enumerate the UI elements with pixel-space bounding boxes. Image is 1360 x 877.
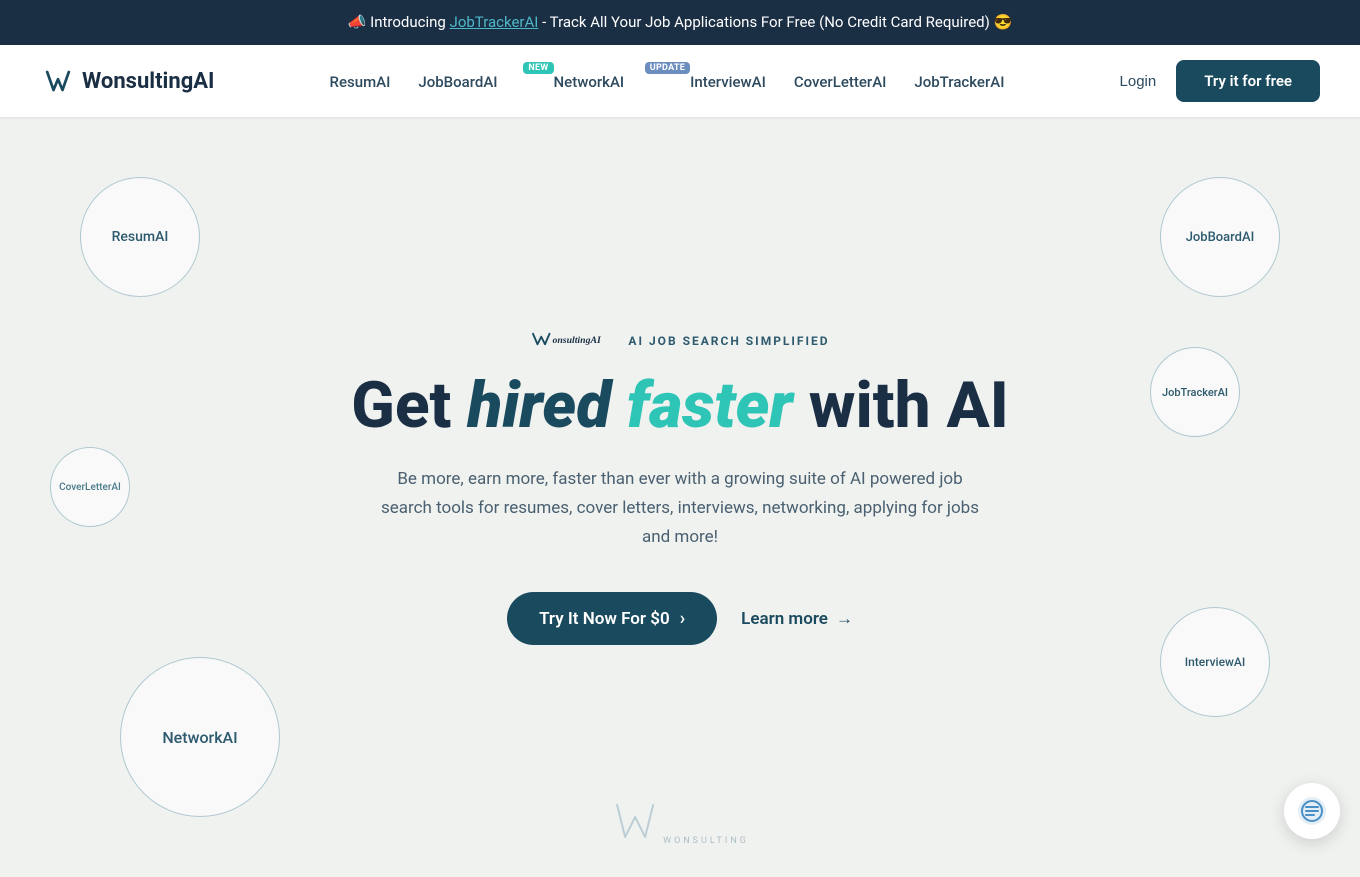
circle-networkai[interactable]: NetworkAI	[120, 657, 280, 817]
nav-link-networkai[interactable]: NetworkAI	[554, 73, 625, 91]
hero-title-with-ai: with AI	[809, 368, 1009, 443]
nav-links: ResumAI JobBoardAI NEW NetworkAI UPDATE …	[330, 72, 1005, 91]
circle-coverletterai[interactable]: CoverLetterAI	[50, 447, 130, 527]
badge-new: NEW	[523, 62, 553, 74]
announcement-banner: 📣 Introducing JobTrackerAI - Track All Y…	[0, 0, 1360, 45]
logo[interactable]: WonsultingAI	[40, 63, 215, 99]
learn-more-label: Learn more	[741, 609, 828, 629]
nav-item-coverletterai[interactable]: CoverLetterAI	[794, 72, 887, 91]
nav-item-jobtrackerai[interactable]: JobTrackerAI	[914, 72, 1004, 91]
hero-brand-tag: AI JOB SEARCH SIMPLIFIED	[628, 334, 829, 348]
bottom-watermark: WONSULTING	[611, 799, 749, 847]
circle-coverletterai-label: CoverLetterAI	[59, 482, 121, 493]
announcement-suffix: - Track All Your Job Applications For Fr…	[538, 13, 1012, 31]
learn-more-arrow-icon: →	[836, 609, 853, 629]
nav-link-jobboardai[interactable]: JobBoardAI	[418, 73, 497, 91]
circle-jobtrackerai-label: JobTrackerAI	[1162, 386, 1228, 399]
navbar: WonsultingAI ResumAI JobBoardAI NEW Netw…	[0, 45, 1360, 117]
chat-widget[interactable]	[1284, 783, 1340, 839]
circle-jobboardai[interactable]: JobBoardAI	[1160, 177, 1280, 297]
nav-link-jobtrackerai[interactable]: JobTrackerAI	[914, 73, 1004, 91]
cta-label: Try It Now For $0	[539, 609, 670, 629]
hero-brand-line: onsultingAI AI JOB SEARCH SIMPLIFIED	[351, 329, 1009, 353]
try-free-button[interactable]: Try it for free	[1176, 60, 1320, 102]
svg-text:onsultingAI: onsultingAI	[553, 335, 602, 346]
hero-title-faster: faster	[627, 368, 809, 443]
circle-resumai-label: ResumAI	[112, 229, 169, 245]
nav-item-resumai[interactable]: ResumAI	[330, 72, 391, 91]
circle-resumai[interactable]: ResumAI	[80, 177, 200, 297]
logo-icon	[40, 63, 76, 99]
watermark-text: WONSULTING	[663, 836, 749, 846]
nav-link-resumai[interactable]: ResumAI	[330, 73, 391, 91]
chat-icon	[1296, 795, 1328, 827]
badge-update: UPDATE	[645, 62, 690, 74]
hero-title-hired: hired	[467, 368, 627, 443]
watermark-logo-svg	[611, 799, 659, 843]
circle-jobboardai-label: JobBoardAI	[1186, 230, 1255, 245]
circle-jobtrackerai[interactable]: JobTrackerAI	[1150, 347, 1240, 437]
circle-interviewai-label: InterviewAI	[1185, 655, 1246, 669]
logo-text: WonsultingAI	[82, 69, 215, 94]
circle-networkai-label: NetworkAI	[162, 728, 237, 747]
announcement-link[interactable]: JobTrackerAI	[450, 13, 539, 31]
announcement-prefix: 📣 Introducing	[348, 13, 450, 31]
cta-primary-button[interactable]: Try It Now For $0 ›	[507, 592, 717, 645]
nav-item-networkai[interactable]: NetworkAI UPDATE	[554, 72, 663, 91]
hero-brand-logo: onsultingAI	[530, 329, 620, 353]
hero-logo-svg: onsultingAI	[530, 329, 620, 349]
hero-title: Get hired faster with AI	[351, 371, 1009, 441]
hero-actions: Try It Now For $0 › Learn more →	[351, 592, 1009, 645]
login-button[interactable]: Login	[1120, 73, 1157, 90]
hero-subtitle: Be more, earn more, faster than ever wit…	[370, 465, 990, 552]
nav-link-coverletterai[interactable]: CoverLetterAI	[794, 73, 887, 91]
nav-item-jobboardai[interactable]: JobBoardAI NEW	[418, 72, 525, 91]
cta-arrow-icon: ›	[680, 608, 685, 629]
hero-section: ResumAI JobBoardAI JobTrackerAI CoverLet…	[0, 117, 1360, 877]
nav-right: Login Try it for free	[1120, 60, 1320, 102]
nav-item-interviewai[interactable]: InterviewAI	[690, 72, 766, 91]
hero-content: onsultingAI AI JOB SEARCH SIMPLIFIED Get…	[351, 329, 1009, 645]
hero-title-get: Get	[351, 368, 467, 443]
learn-more-button[interactable]: Learn more →	[741, 609, 853, 629]
nav-link-interviewai[interactable]: InterviewAI	[690, 73, 766, 91]
circle-interviewai[interactable]: InterviewAI	[1160, 607, 1270, 717]
